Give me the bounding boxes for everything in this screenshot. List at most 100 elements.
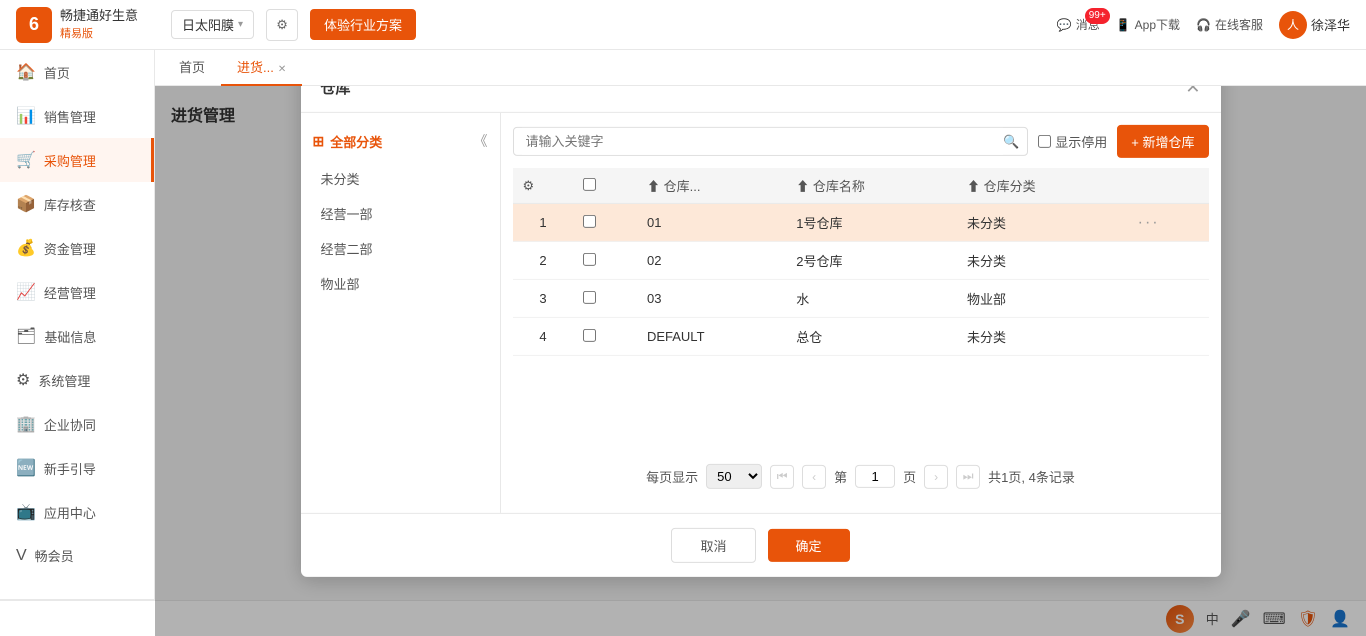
content-tabs: 首页 进货...✕ <box>155 50 1366 86</box>
tab-purchase[interactable]: 进货...✕ <box>221 50 302 86</box>
message-icon: 💬 <box>1057 18 1072 32</box>
row-code: 01 <box>637 203 786 241</box>
modal-close-button[interactable]: ✕ <box>1185 86 1200 98</box>
next-page-button[interactable]: › <box>924 464 948 488</box>
confirm-button[interactable]: 确定 <box>768 529 850 562</box>
row-select-checkbox[interactable] <box>583 328 596 341</box>
row-name: 2号仓库 <box>786 241 957 279</box>
show-disabled-checkbox[interactable] <box>1038 135 1051 148</box>
row-index: 2 <box>513 241 574 279</box>
page-input[interactable] <box>855 465 895 488</box>
category-item-未分类[interactable]: 未分类 <box>301 161 500 196</box>
row-action: ··· <box>1128 203 1209 241</box>
row-checkbox[interactable] <box>573 203 637 241</box>
sidebar-label-guide: 新手引导 <box>44 459 96 478</box>
table-body: 1 01 1号仓库 未分类 ··· 2 02 2号仓库 未分类 3 03 水 物… <box>513 203 1209 355</box>
branch-chevron: ▾ <box>238 19 243 30</box>
category-item-物业部[interactable]: 物业部 <box>301 266 500 301</box>
logo-area: 6 畅捷通好生意 精易版 <box>16 7 171 43</box>
branch-selector[interactable]: 日太阳膜 ▾ <box>171 10 254 39</box>
cancel-button[interactable]: 取消 <box>671 528 755 563</box>
row-select-checkbox[interactable] <box>583 252 596 265</box>
category-item-经营一部[interactable]: 经营一部 <box>301 196 500 231</box>
sidebar-item-apps[interactable]: 📺应用中心 <box>0 490 154 534</box>
sidebar-item-member[interactable]: V畅会员 <box>0 534 154 577</box>
col-name[interactable]: ⬆ 仓库名称 <box>786 168 957 204</box>
sidebar-label-finance: 资金管理 <box>44 239 96 258</box>
sidebar: 🏠首页 📊 销售管理 🛒采购管理📦库存核查💰资金管理📈经营管理🗂基础信息⚙系统管理🏢企… <box>0 50 155 636</box>
select-all-checkbox[interactable] <box>583 177 596 190</box>
category-item-经营二部[interactable]: 经营二部 <box>301 231 500 266</box>
sidebar-item-base[interactable]: 🗂基础信息 <box>0 314 154 358</box>
sidebar-label-business: 经营管理 <box>44 283 96 302</box>
row-checkbox[interactable] <box>573 317 637 355</box>
user-name: 徐泽华 <box>1311 15 1350 34</box>
row-select-checkbox[interactable] <box>583 214 596 227</box>
collapse-panel-button[interactable]: 《 <box>474 131 488 151</box>
row-checkbox[interactable] <box>573 241 637 279</box>
warehouse-table-wrapper: ⚙ ⬆ 仓库... ⬆ 仓库名称 <box>513 168 1209 452</box>
search-icon[interactable]: 🔍 <box>1003 133 1019 149</box>
apps-icon: 📺 <box>16 502 36 522</box>
last-page-button[interactable]: ⏭ <box>956 464 980 488</box>
sidebar-item-enterprise[interactable]: 🏢企业协同 <box>0 402 154 446</box>
tab-home[interactable]: 首页 <box>163 50 221 86</box>
row-select-checkbox[interactable] <box>583 290 596 303</box>
user-item[interactable]: 人 徐泽华 <box>1279 11 1350 39</box>
sidebar-item-purchase[interactable]: 🛒采购管理 <box>0 138 154 182</box>
app-name: 畅捷通好生意 <box>60 8 138 25</box>
tab-close-icon[interactable]: ✕ <box>278 64 286 75</box>
sidebar-label-member: 畅会员 <box>35 546 74 565</box>
table-row[interactable]: 1 01 1号仓库 未分类 ··· <box>513 203 1209 241</box>
sidebar-item-home[interactable]: 🏠首页 <box>0 50 154 94</box>
content-area: 首页 进货...✕ 进货管理 仓库 ✕ <box>155 50 1366 636</box>
table-row[interactable]: 3 03 水 物业部 <box>513 279 1209 317</box>
first-page-button[interactable]: ⏮ <box>770 464 794 488</box>
row-code: 03 <box>637 279 786 317</box>
show-disabled-label: 显示停用 <box>1055 132 1107 151</box>
settings-button[interactable]: ⚙ <box>266 9 298 41</box>
sidebar-item-business[interactable]: 📈经营管理 <box>0 270 154 314</box>
base-icon: 🗂 <box>16 326 36 346</box>
avatar: 人 <box>1279 11 1307 39</box>
sidebar-item-finance[interactable]: 💰资金管理 <box>0 226 154 270</box>
search-input[interactable] <box>522 128 1004 155</box>
settings-col-icon: ⚙ <box>523 177 535 192</box>
col-category[interactable]: ⬆ 仓库分类 <box>957 168 1128 204</box>
per-page-select[interactable]: 50 100 <box>706 464 762 489</box>
sidebar-label-enterprise: 企业协同 <box>44 415 96 434</box>
sort-icon-code: ⬆ <box>647 179 660 194</box>
row-code: DEFAULT <box>637 317 786 355</box>
sidebar-label-sales: 销售管理 <box>44 107 96 126</box>
header-center: 日太阳膜 ▾ ⚙ 体验行业方案 <box>171 9 1057 41</box>
row-name: 1号仓库 <box>786 203 957 241</box>
prev-page-button[interactable]: ‹ <box>802 464 826 488</box>
row-code: 02 <box>637 241 786 279</box>
sidebar-item-sales[interactable]: 📊 销售管理 <box>0 94 154 138</box>
app-download-item[interactable]: 📱 App下载 <box>1116 16 1180 33</box>
sidebar-label-home: 首页 <box>44 63 70 82</box>
all-categories-label: 全部分类 <box>330 131 382 150</box>
messages-item[interactable]: 💬 消息 99+ <box>1057 16 1100 33</box>
modal-title: 仓库 <box>321 86 351 98</box>
col-code[interactable]: ⬆ 仓库... <box>637 168 786 204</box>
top-header: 6 畅捷通好生意 精易版 日太阳膜 ▾ ⚙ 体验行业方案 💬 消息 99+ 📱 … <box>0 0 1366 50</box>
sidebar-label-system: 系统管理 <box>38 371 90 390</box>
experience-button[interactable]: 体验行业方案 <box>310 9 416 40</box>
guide-icon: 🆕 <box>16 458 36 478</box>
sidebar-item-guide[interactable]: 🆕 新手引导 <box>0 446 154 490</box>
table-row[interactable]: 2 02 2号仓库 未分类 <box>513 241 1209 279</box>
pagination-row: 每页显示 50 100 ⏮ ‹ 第 页 › ⏭ 共 <box>513 452 1209 501</box>
online-service-item[interactable]: 🎧 在线客服 <box>1196 16 1263 33</box>
all-categories-row[interactable]: ⊞ 全部分类 <box>313 131 383 150</box>
sales-icon: 📊 <box>16 106 36 126</box>
sidebar-item-system[interactable]: ⚙系统管理 <box>0 358 154 402</box>
show-disabled-toggle[interactable]: 显示停用 <box>1038 132 1107 151</box>
table-row[interactable]: 4 DEFAULT 总仓 未分类 <box>513 317 1209 355</box>
add-warehouse-button[interactable]: + 新增仓库 <box>1117 125 1208 158</box>
purchase-icon: 🛒 <box>16 150 36 170</box>
sidebar-item-inventory[interactable]: 📦库存核查 <box>0 182 154 226</box>
row-checkbox[interactable] <box>573 279 637 317</box>
row-more-button[interactable]: ··· <box>1138 213 1160 230</box>
warehouse-table-panel: 🔍 显示停用 + 新增仓库 <box>501 113 1221 513</box>
